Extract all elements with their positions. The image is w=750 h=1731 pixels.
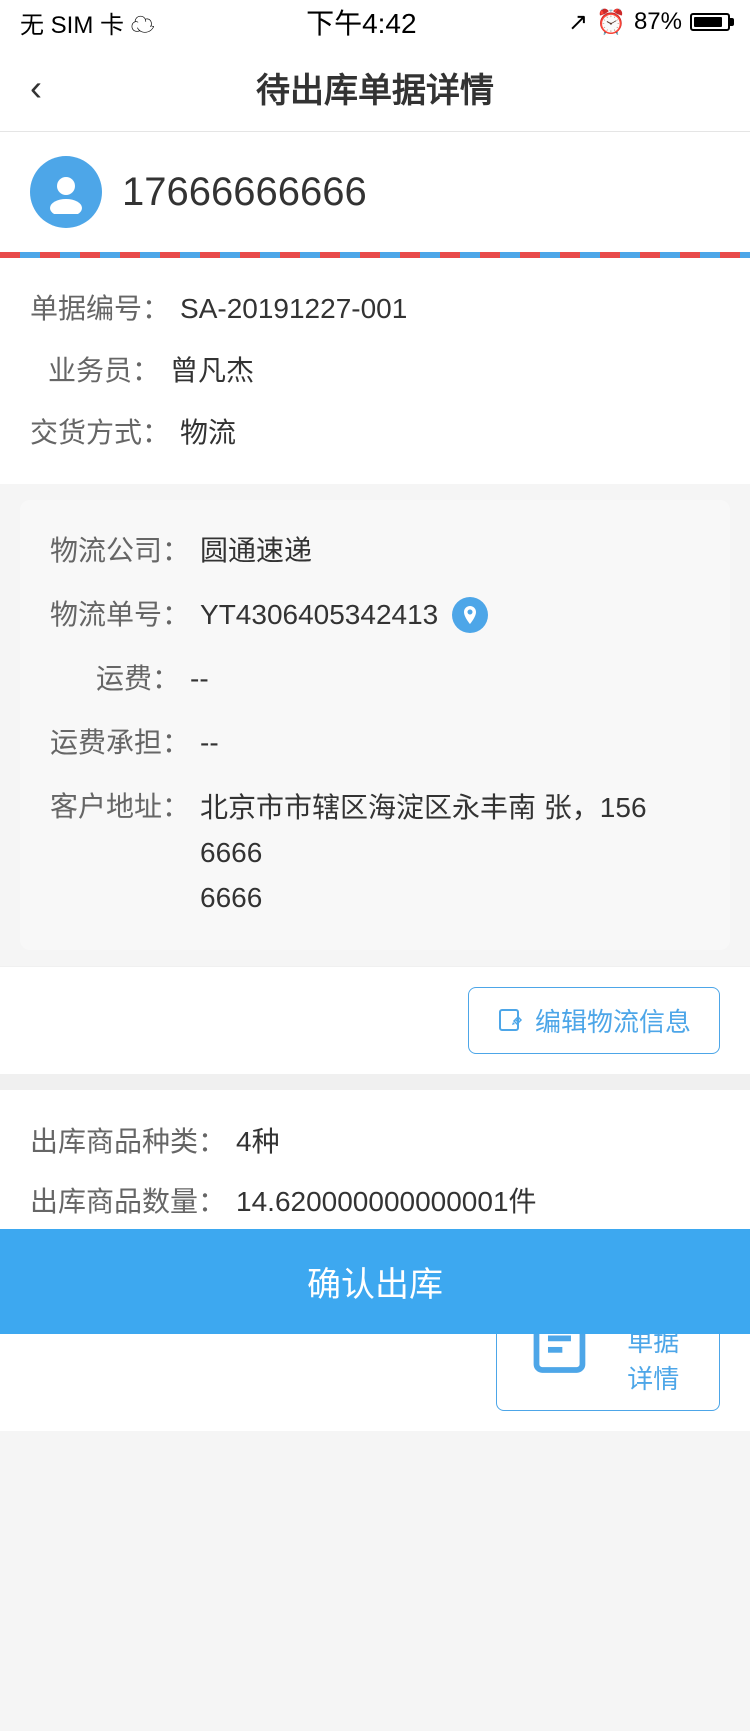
location-status-icon: ↗ — [568, 8, 588, 37]
delivery-label: 交货方式： — [30, 412, 170, 454]
logistics-tracking-value: YT4306405342413 — [200, 594, 700, 636]
edit-icon — [497, 1007, 525, 1035]
delivery-value: 物流 — [180, 412, 720, 454]
section-divider — [0, 1074, 750, 1090]
edit-btn-label: 编辑物流信息 — [535, 1002, 691, 1039]
back-button[interactable]: ‹ — [30, 67, 42, 109]
delivery-row: 交货方式： 物流 — [30, 412, 720, 454]
battery-fill — [694, 17, 722, 27]
page-title: 待出库单据详情 — [256, 63, 494, 112]
tracking-number: YT4306405342413 — [200, 594, 438, 636]
freight-bearer-row: 运费承担： -- — [50, 722, 700, 764]
staff-value: 曾凡杰 — [170, 350, 720, 392]
freight-bearer-value: -- — [200, 722, 700, 764]
doc-info-section: 单据编号： SA-20191227-001 业务员： 曾凡杰 交货方式： 物流 — [0, 258, 750, 484]
avatar — [30, 156, 102, 228]
goods-quantity-value: 14.620000000000001件 — [236, 1180, 537, 1220]
logistics-company-value: 圆通速递 — [200, 530, 700, 572]
status-bar: 无 SIM 卡 ☁ 下午4:42 ↗ ⏰ 87% — [0, 0, 750, 44]
doc-number-row: 单据编号： SA-20191227-001 — [30, 288, 720, 330]
nav-bar: ‹ 待出库单据详情 — [0, 44, 750, 132]
goods-quantity-row: 出库商品数量： 14.620000000000001件 — [30, 1180, 720, 1220]
map-pin-icon[interactable] — [452, 597, 488, 633]
logistics-company-label: 物流公司： — [50, 530, 190, 572]
logistics-card: 物流公司： 圆通速递 物流单号： YT4306405342413 运费： -- … — [20, 500, 730, 950]
battery-text: 87% — [634, 8, 682, 36]
sim-text: 无 SIM 卡 ☁ — [20, 5, 155, 40]
goods-type-row: 出库商品种类： 4种 — [30, 1120, 720, 1160]
avatar-icon — [44, 170, 88, 214]
goods-quantity-label: 出库商品数量： — [30, 1180, 226, 1220]
logistics-tracking-label: 物流单号： — [50, 594, 190, 636]
status-time: 下午4:42 — [306, 2, 417, 42]
freight-bearer-label: 运费承担： — [50, 722, 190, 764]
logistics-company-row: 物流公司： 圆通速递 — [50, 530, 700, 572]
edit-btn-row: 编辑物流信息 — [0, 966, 750, 1074]
confirm-btn-container[interactable]: 确认出库 — [0, 1229, 750, 1334]
contact-header: 17666666666 — [0, 132, 750, 252]
doc-number-value: SA-20191227-001 — [180, 288, 720, 330]
freight-row: 运费： -- — [50, 658, 700, 700]
confirm-btn-label: 确认出库 — [307, 1266, 443, 1304]
edit-logistics-button[interactable]: 编辑物流信息 — [468, 987, 720, 1054]
pin-svg — [459, 604, 481, 626]
freight-value: -- — [190, 658, 700, 700]
battery-icon — [690, 13, 730, 31]
bottom-spacer — [0, 1431, 750, 1631]
goods-type-label: 出库商品种类： — [30, 1120, 226, 1160]
goods-type-value: 4种 — [236, 1120, 280, 1160]
address-row: 客户地址： 北京市市辖区海淀区永丰南 张，156 66666666 — [50, 786, 700, 920]
staff-label: 业务员： — [30, 350, 160, 392]
status-left: 无 SIM 卡 ☁ — [20, 5, 155, 40]
doc-number-label: 单据编号： — [30, 288, 170, 330]
address-value: 北京市市辖区海淀区永丰南 张，156 66666666 — [200, 786, 700, 920]
status-right: ↗ ⏰ 87% — [568, 8, 730, 37]
freight-label: 运费： — [50, 658, 180, 700]
staff-row: 业务员： 曾凡杰 — [30, 350, 720, 392]
alarm-icon: ⏰ — [596, 8, 626, 37]
address-label: 客户地址： — [50, 786, 190, 828]
phone-number: 17666666666 — [122, 170, 367, 215]
logistics-tracking-row: 物流单号： YT4306405342413 — [50, 594, 700, 636]
